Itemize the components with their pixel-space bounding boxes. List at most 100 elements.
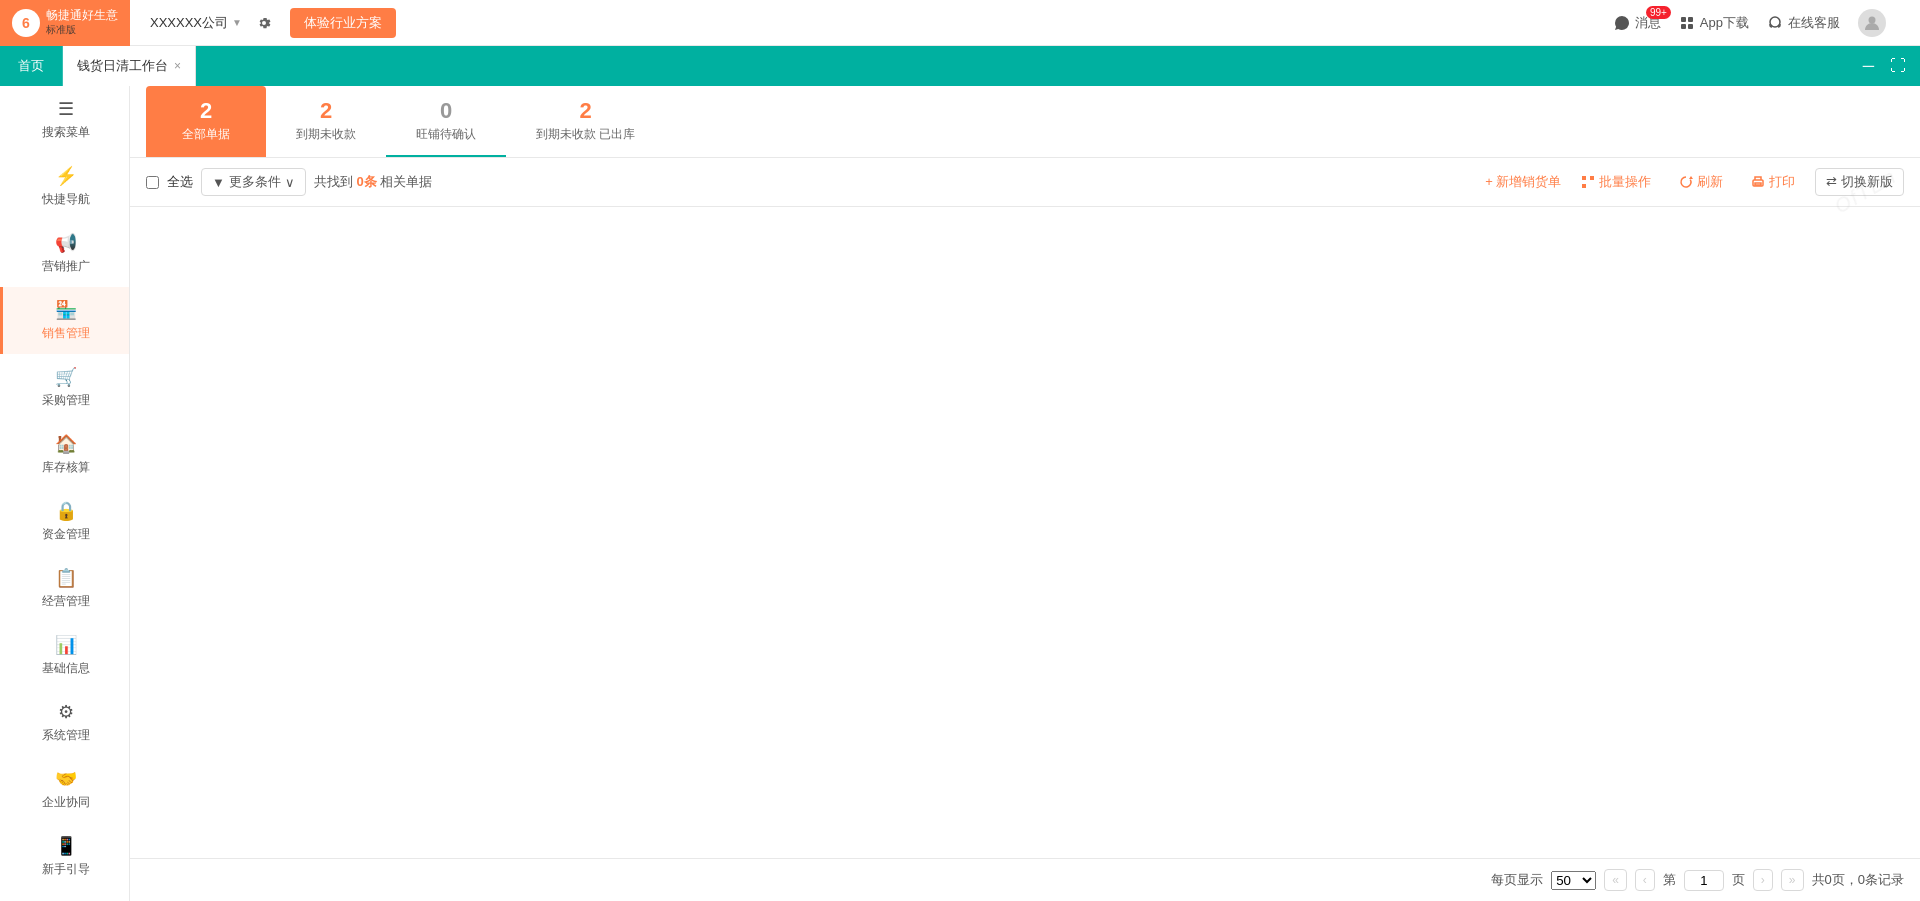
- sidebar-label-finance: 资金管理: [42, 526, 90, 543]
- summary-tab-1[interactable]: 2 到期未收款: [266, 86, 386, 157]
- logo-name: 畅捷通好生意: [46, 8, 118, 24]
- message-badge: 99+: [1646, 6, 1671, 19]
- settings-button[interactable]: [250, 9, 278, 37]
- summary-tab-3[interactable]: 2 到期未收款 已出库: [506, 86, 665, 157]
- print-label: 打印: [1769, 173, 1795, 191]
- svg-point-5: [1869, 16, 1876, 23]
- tab-minimize-button[interactable]: ─: [1859, 53, 1878, 79]
- svg-rect-8: [1590, 176, 1594, 180]
- tab-label-2: 旺铺待确认: [416, 126, 476, 143]
- sidebar-item-base-info[interactable]: 📊基础信息: [0, 622, 129, 689]
- tab-label-1: 到期未收款: [296, 126, 356, 143]
- sidebar-item-sales[interactable]: 🏪销售管理: [0, 287, 129, 354]
- next-page-button[interactable]: ›: [1753, 869, 1773, 891]
- sidebar-item-marketing[interactable]: 📢 营销推广: [0, 220, 129, 287]
- tab-count-2: 0: [440, 98, 452, 124]
- message-button[interactable]: 消息 99+: [1614, 14, 1661, 32]
- svg-rect-2: [1681, 24, 1686, 29]
- svg-rect-11: [1755, 183, 1761, 185]
- total-info: 共0页，0条记录: [1812, 871, 1904, 889]
- page-number-input[interactable]: [1684, 870, 1724, 891]
- svg-point-4: [1770, 17, 1780, 27]
- per-page-select[interactable]: 50 20 100: [1551, 871, 1596, 890]
- svg-rect-1: [1688, 17, 1693, 22]
- sidebar-label-quick-nav: 快捷导航: [42, 191, 90, 208]
- last-page-button[interactable]: »: [1781, 869, 1804, 891]
- sidebar-item-guide[interactable]: 📱 新手引导: [0, 823, 129, 890]
- sidebar-icon-system: ⚙: [58, 701, 74, 723]
- print-icon: [1751, 175, 1765, 189]
- sidebar-label-operation: 经营管理: [42, 593, 90, 610]
- app-download-label: App下载: [1700, 14, 1749, 32]
- sidebar-icon-marketing: 📢: [55, 232, 77, 254]
- company-arrow: ▼: [232, 17, 242, 28]
- message-icon: [1614, 15, 1630, 31]
- tab-count-1: 2: [320, 98, 332, 124]
- tabbar-actions: ─ ⛶: [1859, 46, 1920, 86]
- select-all-checkbox[interactable]: [146, 176, 159, 189]
- sidebar-icon-finance: 🔒: [55, 500, 77, 522]
- sidebar-icon-guide: 📱: [55, 835, 77, 857]
- print-button[interactable]: 打印: [1743, 169, 1803, 195]
- prev-page-button[interactable]: ‹: [1635, 869, 1655, 891]
- tab-count-3: 2: [580, 98, 592, 124]
- sidebar-label-guide: 新手引导: [42, 861, 90, 878]
- app-download-icon: [1679, 15, 1695, 31]
- headset-icon: [1767, 15, 1783, 31]
- svg-marker-9: [1689, 176, 1693, 179]
- sidebar-item-inventory[interactable]: 🏠库存核算: [0, 421, 129, 488]
- sidebar-item-system[interactable]: ⚙系统管理: [0, 689, 129, 756]
- main-content: 2全部单据2到期未收款0旺铺待确认2到期未收款 已出库 全选 ▼ 更多条件 ∨ …: [130, 86, 1920, 901]
- sidebar-item-quick-nav[interactable]: ⚡快捷导航: [0, 153, 129, 220]
- sidebar-icon-purchase: 🛒: [55, 366, 77, 388]
- sidebar-label-inventory: 库存核算: [42, 459, 90, 476]
- svg-rect-7: [1582, 184, 1586, 188]
- tab-maximize-button[interactable]: ⛶: [1886, 53, 1910, 79]
- sidebar-label-marketing: 营销推广: [42, 258, 90, 275]
- sidebar: ☰搜索菜单⚡快捷导航 📢 营销推广 🏪销售管理🛒采购管理🏠库存核算 🔒 资金管理 📋经营管理…: [0, 86, 130, 901]
- trial-button[interactable]: 体验行业方案: [290, 8, 396, 38]
- tab-home[interactable]: 首页: [0, 46, 63, 86]
- sidebar-item-operation[interactable]: 📋经营管理: [0, 555, 129, 622]
- tabbar: 首页 钱货日清工作台 × ─ ⛶: [0, 46, 1920, 86]
- gear-icon: [256, 15, 272, 31]
- sidebar-item-purchase[interactable]: 🛒采购管理: [0, 354, 129, 421]
- svg-rect-0: [1681, 17, 1686, 22]
- summary-tab-2[interactable]: 0 旺铺待确认: [386, 86, 506, 157]
- app-download-button[interactable]: App下载: [1679, 14, 1749, 32]
- filter-label: 更多条件: [229, 173, 281, 191]
- logo-sub: 标准版: [46, 23, 118, 37]
- first-page-button[interactable]: «: [1604, 869, 1627, 891]
- tab-active-workbench[interactable]: 钱货日清工作台 ×: [63, 46, 196, 86]
- tab-count-0: 2: [200, 98, 212, 124]
- tab-label: 钱货日清工作台: [77, 57, 168, 75]
- company-selector[interactable]: XXXXXX公司 ▼: [150, 14, 242, 32]
- avatar[interactable]: [1858, 9, 1886, 37]
- switch-icon: ⇄: [1826, 174, 1837, 189]
- sidebar-item-search-menu[interactable]: ☰搜索菜单: [0, 86, 129, 153]
- summary-tab-0[interactable]: 2全部单据: [146, 86, 266, 157]
- found-suffix: 相关单据: [380, 174, 432, 189]
- sidebar-item-enterprise[interactable]: 🤝企业协同: [0, 756, 129, 823]
- layout: ☰搜索菜单⚡快捷导航 📢 营销推广 🏪销售管理🛒采购管理🏠库存核算 🔒 资金管理 📋经营管理…: [0, 86, 1920, 901]
- online-service-button[interactable]: 在线客服: [1767, 14, 1840, 32]
- sidebar-item-app-center[interactable]: 🎁应用中心: [0, 890, 129, 901]
- switch-version-button[interactable]: ⇄ 切换新版: [1815, 168, 1904, 196]
- logo-area: 6 畅捷通好生意 标准版: [0, 0, 130, 46]
- toolbar-left: 全选 ▼ 更多条件 ∨ 共找到 0条 相关单据: [146, 168, 1473, 196]
- more-filters-button[interactable]: ▼ 更多条件 ∨: [201, 168, 306, 196]
- logo-icon: 6: [12, 9, 40, 37]
- online-service-label: 在线客服: [1788, 14, 1840, 32]
- refresh-button[interactable]: 刷新: [1671, 169, 1731, 195]
- summary-tabs: 2全部单据2到期未收款0旺铺待确认2到期未收款 已出库: [130, 86, 1920, 158]
- company-name: XXXXXX公司: [150, 14, 228, 32]
- svg-rect-3: [1688, 24, 1693, 29]
- sidebar-icon-base-info: 📊: [55, 634, 77, 656]
- sidebar-item-finance[interactable]: 🔒 资金管理: [0, 488, 129, 555]
- svg-rect-6: [1582, 176, 1586, 180]
- tab-close-icon[interactable]: ×: [174, 59, 181, 73]
- add-sales-button[interactable]: + 新增销货单: [1485, 173, 1561, 191]
- sidebar-icon-sales: 🏪: [55, 299, 77, 321]
- batch-operation-button[interactable]: 批量操作: [1573, 169, 1659, 195]
- tab-label-3: 到期未收款 已出库: [536, 126, 635, 143]
